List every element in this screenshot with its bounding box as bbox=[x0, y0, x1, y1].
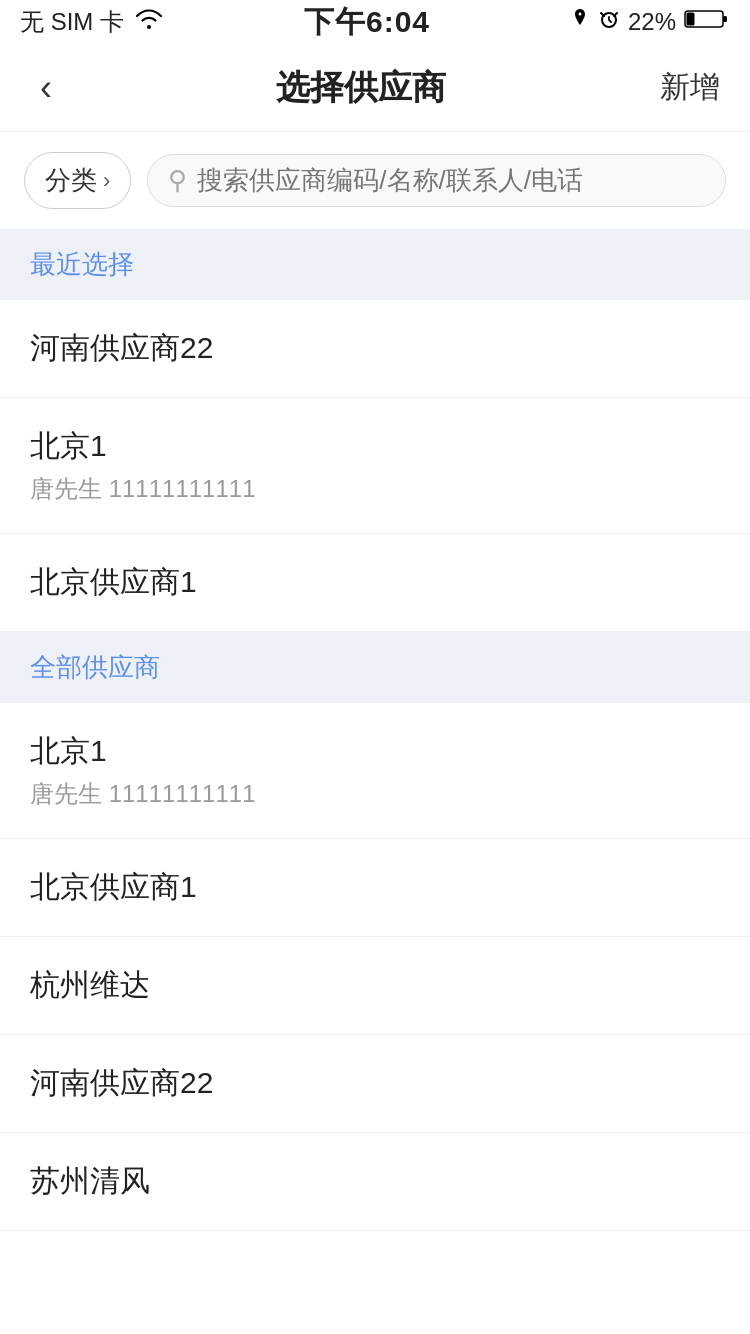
chevron-right-icon: › bbox=[103, 168, 110, 194]
item-name: 杭州维达 bbox=[30, 965, 720, 1006]
search-box[interactable]: ⚲ bbox=[147, 154, 726, 207]
list-item[interactable]: 北京供应商1 bbox=[0, 839, 750, 937]
back-button[interactable]: ‹ bbox=[30, 57, 62, 119]
list-item[interactable]: 河南供应商22 bbox=[0, 1035, 750, 1133]
filter-bar: 分类 › ⚲ bbox=[0, 132, 750, 229]
search-icon: ⚲ bbox=[168, 165, 187, 196]
item-sub: 唐先生 11111111111 bbox=[30, 778, 720, 810]
carrier-text: 无 SIM 卡 bbox=[20, 6, 124, 38]
alarm-icon bbox=[598, 8, 620, 36]
item-name: 北京1 bbox=[30, 426, 720, 467]
category-label: 分类 bbox=[45, 163, 97, 198]
item-name: 北京供应商1 bbox=[30, 562, 720, 603]
svg-rect-3 bbox=[686, 13, 694, 26]
add-button[interactable]: 新增 bbox=[660, 67, 720, 108]
status-right: 22% bbox=[570, 8, 730, 36]
wifi-icon bbox=[134, 8, 164, 36]
item-name: 河南供应商22 bbox=[30, 328, 720, 369]
list-item[interactable]: 北京1 唐先生 11111111111 bbox=[0, 398, 750, 534]
status-bar: 无 SIM 卡 下午6:04 22% bbox=[0, 0, 750, 44]
item-name: 北京1 bbox=[30, 731, 720, 772]
item-name: 北京供应商1 bbox=[30, 867, 720, 908]
item-sub: 唐先生 11111111111 bbox=[30, 473, 720, 505]
sections-container: 最近选择河南供应商22 北京1 唐先生 11111111111 北京供应商1 全部供应商… bbox=[0, 229, 750, 1231]
list-item[interactable]: 北京1 唐先生 11111111111 bbox=[0, 703, 750, 839]
item-name: 苏州清风 bbox=[30, 1161, 720, 1202]
list-item[interactable]: 北京供应商1 bbox=[0, 534, 750, 632]
battery-icon bbox=[684, 8, 730, 36]
category-button[interactable]: 分类 › bbox=[24, 152, 131, 209]
battery-text: 22% bbox=[628, 8, 676, 36]
status-time: 下午6:04 bbox=[304, 2, 430, 43]
page-title: 选择供应商 bbox=[276, 65, 446, 111]
location-icon bbox=[570, 8, 590, 36]
section-header-all: 全部供应商 bbox=[0, 632, 750, 703]
svg-rect-2 bbox=[723, 16, 727, 22]
search-input[interactable] bbox=[197, 165, 705, 196]
list-item[interactable]: 杭州维达 bbox=[0, 937, 750, 1035]
status-left: 无 SIM 卡 bbox=[20, 6, 164, 38]
list-item[interactable]: 苏州清风 bbox=[0, 1133, 750, 1231]
item-name: 河南供应商22 bbox=[30, 1063, 720, 1104]
nav-bar: ‹ 选择供应商 新增 bbox=[0, 44, 750, 132]
section-header-recent: 最近选择 bbox=[0, 229, 750, 300]
list-item[interactable]: 河南供应商22 bbox=[0, 300, 750, 398]
